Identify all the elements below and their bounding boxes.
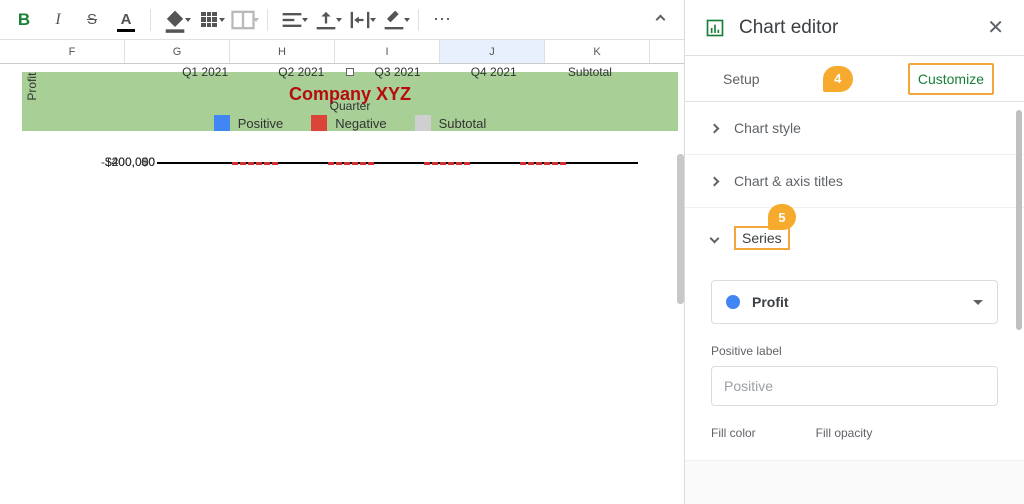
connector [424, 162, 470, 165]
merge-cells-button[interactable] [229, 6, 257, 34]
legend-label: Negative [335, 116, 386, 131]
chevron-down-icon [710, 233, 720, 243]
chart-editor-sidebar: Chart editor ✕ Setup 4 Customize Chart s… [684, 0, 1024, 504]
series-select[interactable]: Profit [711, 280, 998, 324]
x-tick: Subtotal [542, 65, 638, 79]
section-header-chart-axis-titles[interactable]: Chart & axis titles [685, 155, 1024, 207]
x-tick: Q4 2021 [446, 65, 542, 79]
x-tick: Q3 2021 [349, 65, 445, 79]
positive-label-input[interactable] [711, 366, 998, 406]
section-chart-style: Chart style [685, 102, 1024, 155]
section-series: 5 Series Profit Positive label Fill colo… [685, 208, 1024, 461]
horizontal-align-button[interactable] [278, 6, 306, 34]
section-title: Chart style [734, 120, 801, 136]
legend-label: Positive [238, 116, 284, 131]
sidebar-body: Chart style Chart & axis titles 5 Series [685, 102, 1024, 504]
annotation-callout-5: 5 [768, 204, 796, 230]
connector [328, 162, 374, 165]
column-header[interactable]: F [20, 40, 125, 63]
divider [418, 9, 419, 31]
text-color-button[interactable]: A [112, 6, 140, 34]
chart-icon [705, 18, 725, 38]
divider [150, 9, 151, 31]
x-axis-label: Quarter [22, 99, 678, 113]
scrollbar-thumb[interactable] [1016, 110, 1022, 330]
tab-customize[interactable]: Customize [908, 63, 994, 95]
vertical-align-button[interactable] [312, 6, 340, 34]
column-header[interactable]: I [335, 40, 440, 63]
x-tick: Q1 2021 [157, 65, 253, 79]
embedded-chart[interactable]: Company XYZ Positive Negative Subtotal P… [22, 72, 678, 131]
tab-setup[interactable]: Setup [715, 65, 768, 93]
sidebar-header: Chart editor ✕ [685, 0, 1024, 56]
y-tick: -$200,000 [101, 155, 155, 169]
column-header[interactable]: K [545, 40, 650, 63]
text-rotation-button[interactable] [380, 6, 408, 34]
connector [520, 162, 566, 165]
scrollbar-thumb[interactable] [677, 154, 684, 304]
fill-color-button[interactable] [161, 6, 189, 34]
section-title: 5 Series [734, 226, 790, 250]
y-axis-label: Profit [25, 72, 39, 100]
strikethrough-button[interactable]: S [78, 6, 106, 34]
chevron-right-icon [710, 123, 720, 133]
fill-opacity-label: Fill opacity [816, 426, 873, 440]
x-tick: Q2 2021 [253, 65, 349, 79]
legend-swatch-subtotal [415, 115, 431, 131]
series-controls: Profit Positive label Fill color Fill op… [685, 280, 1024, 460]
legend-label: Subtotal [439, 116, 487, 131]
sidebar-title: Chart editor [739, 17, 973, 39]
text-wrapping-button[interactable] [346, 6, 374, 34]
x-axis: Q1 2021 Q2 2021 Q3 2021 Q4 2021 Subtotal [157, 65, 638, 79]
divider [267, 9, 268, 31]
fill-color-label: Fill color [711, 426, 756, 440]
connector [232, 162, 278, 165]
bold-button[interactable]: B [10, 6, 38, 34]
positive-label-caption: Positive label [711, 344, 998, 358]
column-headers-row: F G H I J K [0, 40, 684, 64]
chevron-right-icon [710, 176, 720, 186]
section-header-series[interactable]: 5 Series [685, 220, 1024, 268]
series-color-dot [726, 295, 740, 309]
italic-button[interactable]: I [44, 6, 72, 34]
close-icon[interactable]: ✕ [987, 15, 1004, 40]
column-header[interactable]: J [440, 40, 545, 63]
legend-swatch-negative [311, 115, 327, 131]
column-header[interactable]: H [230, 40, 335, 63]
column-header[interactable]: G [125, 40, 230, 63]
borders-button[interactable] [195, 6, 223, 34]
chart-legend: Positive Negative Subtotal [22, 115, 678, 131]
sidebar-tabs: Setup 4 Customize [685, 56, 1024, 102]
legend-swatch-positive [214, 115, 230, 131]
caret-down-icon [973, 300, 983, 305]
section-header-chart-style[interactable]: Chart style [685, 102, 1024, 154]
series-select-value: Profit [752, 294, 789, 310]
section-chart-axis-titles: Chart & axis titles [685, 155, 1024, 208]
annotation-callout-4: 4 [823, 66, 853, 92]
more-toolbar-button[interactable]: ⋯ [429, 6, 457, 34]
formatting-toolbar: B I S A ⋯ [0, 0, 684, 40]
collapse-toolbar-button[interactable] [646, 6, 674, 34]
section-title: Chart & axis titles [734, 173, 843, 189]
